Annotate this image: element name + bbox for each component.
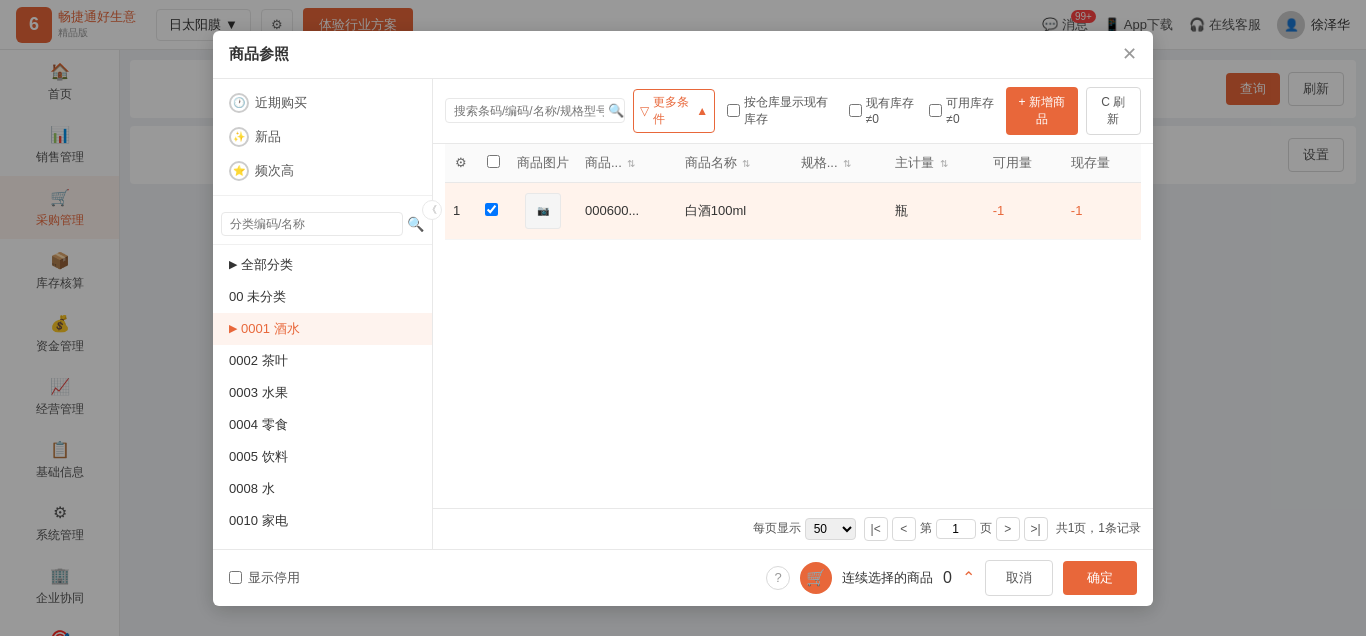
checkbox-stock-nonzero-input[interactable] (849, 104, 862, 117)
toolbar: 🔍 ▽ 更多条件 ▲ 按仓库显示现有库存 现 (433, 79, 1153, 144)
category-arrow-0: ▶ (229, 258, 237, 271)
show-disabled-checkbox[interactable] (229, 571, 242, 584)
classify-search-area: 🔍 (213, 204, 432, 245)
checkbox-by-warehouse-input[interactable] (727, 104, 740, 117)
quick-nav-new[interactable]: ✨ 新品 (221, 121, 424, 153)
product-search-input[interactable] (454, 104, 604, 118)
row-name-0: 白酒100ml (677, 182, 793, 239)
dialog-overlay: 商品参照 ✕ 🕐 近期购买 ✨ 新品 ⭐ 频次高 (0, 0, 1366, 636)
footer-right: ? 🛒 连续选择的商品 0 ⌃ 取消 确定 (766, 560, 1137, 596)
first-page-button[interactable]: |< (864, 517, 888, 541)
category-list: ▶全部分类00 未分类▶0001 酒水0002 茶叶0003 水果0004 零食… (213, 245, 432, 541)
row-available-0: -1 (985, 182, 1063, 239)
product-image-0: 📷 (525, 193, 561, 229)
row-unit-0: 瓶 (887, 182, 985, 239)
left-panel: 🕐 近期购买 ✨ 新品 ⭐ 频次高 《 (213, 79, 433, 549)
pagination-bar: 每页显示 50 100 200 |< < 第 页 > (433, 508, 1153, 549)
checkbox-available-nonzero[interactable]: 可用库存≠0 (929, 95, 998, 126)
search-icon[interactable]: 🔍 (608, 103, 624, 118)
category-item-2[interactable]: ▶0001 酒水 (213, 313, 432, 345)
frequent-icon: ⭐ (229, 161, 249, 181)
chevron-up-icon: ▲ (696, 104, 708, 118)
page-size-dropdown[interactable]: 50 100 200 (805, 518, 856, 540)
recent-icon: 🕐 (229, 93, 249, 113)
quick-nav: 🕐 近期购买 ✨ 新品 ⭐ 频次高 (213, 87, 432, 196)
dialog-header: 商品参照 ✕ (213, 31, 1153, 79)
col-code[interactable]: 商品... ⇅ (577, 144, 677, 183)
table-row[interactable]: 1 📷 000600... 白酒100ml 瓶 -1 -1 (445, 182, 1141, 239)
cancel-button[interactable]: 取消 (985, 560, 1053, 596)
show-disabled-label[interactable]: 显示停用 (229, 569, 300, 587)
selected-count: 0 (943, 569, 952, 587)
row-code-0: 000600... (577, 182, 677, 239)
category-item-8[interactable]: 0010 家电 (213, 505, 432, 537)
filter-button[interactable]: ▽ 更多条件 ▲ (633, 89, 715, 133)
row-index-0: 1 (445, 182, 477, 239)
row-checkbox-0[interactable] (477, 182, 509, 239)
classify-search-input[interactable] (221, 212, 403, 236)
refresh-product-button[interactable]: C 刷新 (1086, 87, 1141, 135)
col-image: 商品图片 (509, 144, 577, 183)
prev-page-button[interactable]: < (892, 517, 916, 541)
col-stock: 现存量 (1063, 144, 1141, 183)
classify-search-icon[interactable]: 🔍 (407, 216, 424, 232)
category-item-5[interactable]: 0004 零食 (213, 409, 432, 441)
col-available: 可用量 (985, 144, 1063, 183)
continuous-label: 连续选择的商品 (842, 569, 933, 587)
dialog-footer: 显示停用 ? 🛒 连续选择的商品 0 ⌃ 取消 确定 (213, 549, 1153, 606)
last-page-button[interactable]: >| (1024, 517, 1048, 541)
select-all-checkbox[interactable] (487, 155, 500, 168)
col-checkbox (477, 144, 509, 183)
row-image-0: 📷 (509, 182, 577, 239)
product-table-wrap: ⚙ 商品图片 商品... ⇅ 商品名称 ⇅ 规格... ⇅ 主计量 ⇅ 可用量 (433, 144, 1153, 508)
dialog-close-button[interactable]: ✕ (1122, 45, 1137, 63)
total-records: 共1页，1条记录 (1056, 520, 1141, 537)
toolbar-right: + 新增商品 C 刷新 (1006, 87, 1141, 135)
checkbox-stock-nonzero[interactable]: 现有库存≠0 (849, 95, 918, 126)
category-item-6[interactable]: 0005 饮料 (213, 441, 432, 473)
checkbox-available-nonzero-input[interactable] (929, 104, 942, 117)
category-item-1[interactable]: 00 未分类 (213, 281, 432, 313)
right-panel: 🔍 ▽ 更多条件 ▲ 按仓库显示现有库存 现 (433, 79, 1153, 549)
row-stock-0: -1 (1063, 182, 1141, 239)
quick-nav-recent[interactable]: 🕐 近期购买 (221, 87, 424, 119)
page-navigation: |< < 第 页 > >| (864, 517, 1048, 541)
new-icon: ✨ (229, 127, 249, 147)
search-input-wrap: 🔍 (445, 98, 625, 123)
checkbox-group: 按仓库显示现有库存 现有库存≠0 可用库存≠0 (727, 94, 998, 128)
help-button[interactable]: ? (766, 566, 790, 590)
dialog-title: 商品参照 (229, 45, 289, 64)
quick-nav-frequent[interactable]: ⭐ 频次高 (221, 155, 424, 187)
category-item-4[interactable]: 0003 水果 (213, 377, 432, 409)
product-table: ⚙ 商品图片 商品... ⇅ 商品名称 ⇅ 规格... ⇅ 主计量 ⇅ 可用量 (445, 144, 1141, 240)
category-item-0[interactable]: ▶全部分类 (213, 249, 432, 281)
confirm-button[interactable]: 确定 (1063, 561, 1137, 595)
collapse-footer-icon[interactable]: ⌃ (962, 568, 975, 587)
category-item-3[interactable]: 0002 茶叶 (213, 345, 432, 377)
category-arrow-2: ▶ (229, 322, 237, 335)
filter-icon: ▽ (640, 104, 649, 118)
col-name[interactable]: 商品名称 ⇅ (677, 144, 793, 183)
checkbox-by-warehouse[interactable]: 按仓库显示现有库存 (727, 94, 837, 128)
product-reference-dialog: 商品参照 ✕ 🕐 近期购买 ✨ 新品 ⭐ 频次高 (213, 31, 1153, 606)
cart-icon[interactable]: 🛒 (800, 562, 832, 594)
page-size-select: 每页显示 50 100 200 (753, 518, 856, 540)
next-page-button[interactable]: > (996, 517, 1020, 541)
add-product-button[interactable]: + 新增商品 (1006, 87, 1078, 135)
collapse-panel-button[interactable]: 《 (422, 200, 442, 220)
col-settings[interactable]: ⚙ (445, 144, 477, 183)
page-number-input[interactable] (936, 519, 976, 539)
row-spec-0 (793, 182, 887, 239)
col-spec[interactable]: 规格... ⇅ (793, 144, 887, 183)
category-item-7[interactable]: 0008 水 (213, 473, 432, 505)
col-unit[interactable]: 主计量 ⇅ (887, 144, 985, 183)
dialog-body: 🕐 近期购买 ✨ 新品 ⭐ 频次高 《 (213, 79, 1153, 549)
